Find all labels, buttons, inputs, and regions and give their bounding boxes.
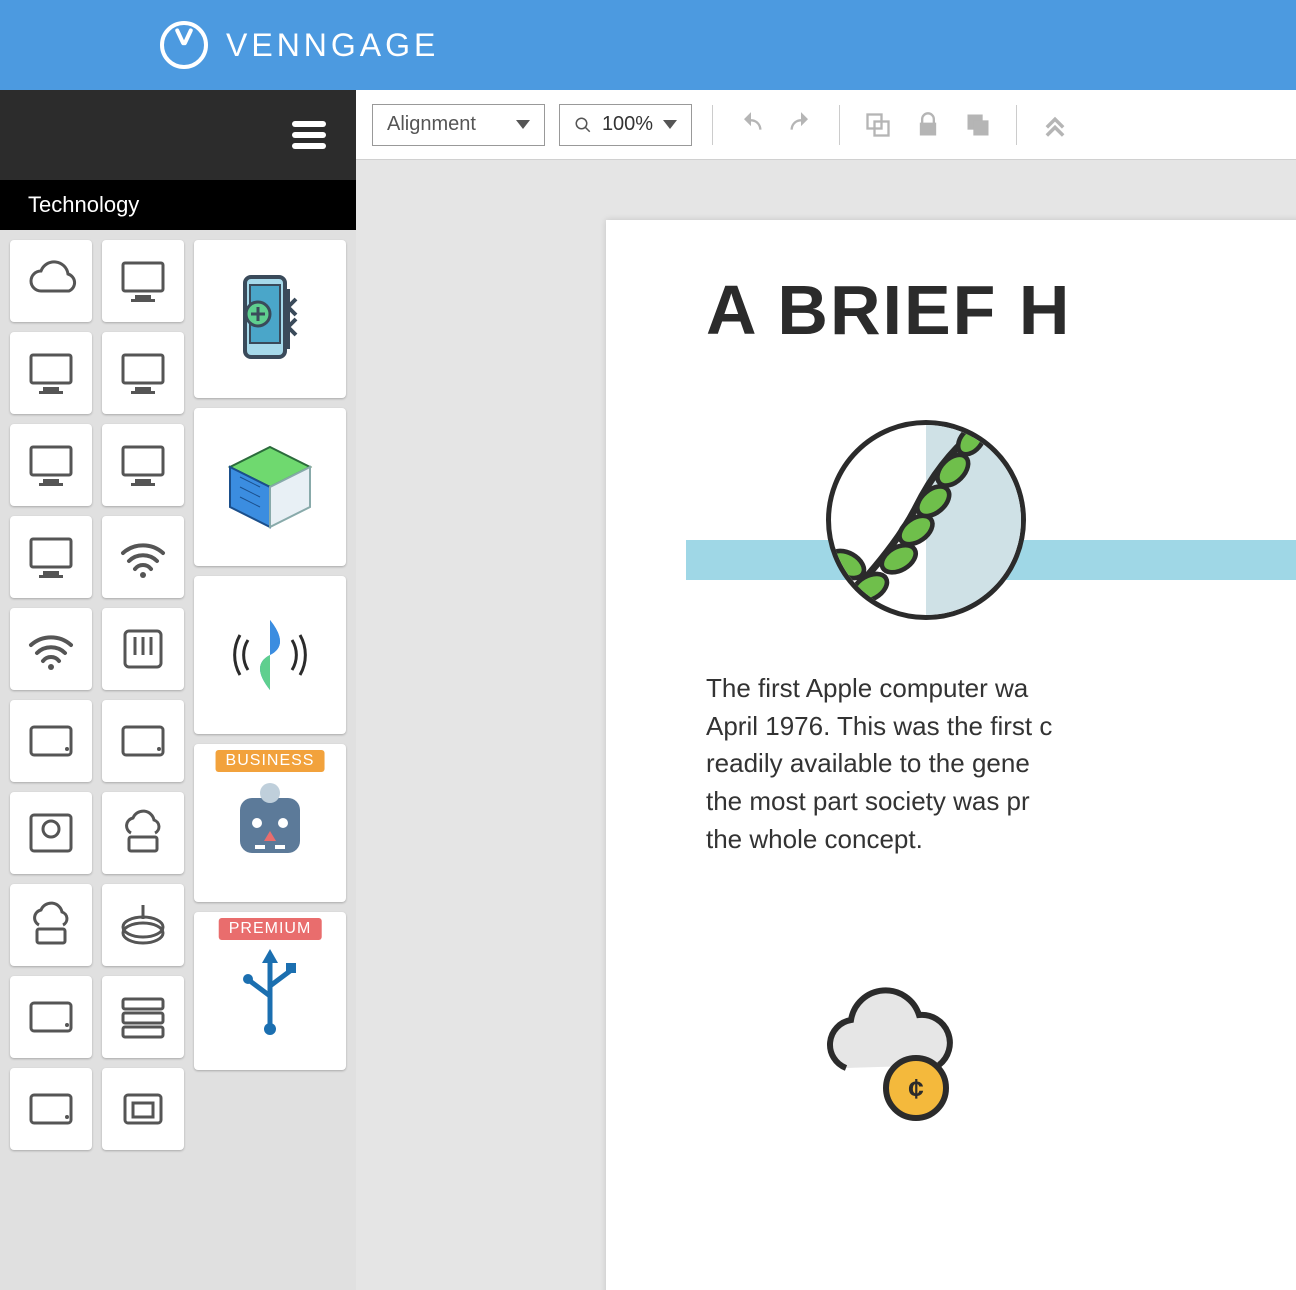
usb-icon[interactable]: PREMIUM (194, 912, 346, 1070)
toolbar-divider (1016, 105, 1017, 145)
redo-button[interactable] (783, 107, 819, 143)
data-cube-icon[interactable] (194, 408, 346, 566)
text-line: readily available to the gene (706, 745, 1296, 783)
hero-illustration[interactable] (706, 410, 1296, 630)
imac-display-icon[interactable] (10, 424, 92, 506)
brand-logo[interactable]: VENNGAGE (160, 21, 439, 69)
ethernet-icon[interactable] (102, 1068, 184, 1150)
wifi-icon[interactable] (102, 516, 184, 598)
server-stack-icon[interactable] (102, 976, 184, 1058)
leaf-circle-icon (826, 420, 1026, 620)
server-unit-icon[interactable] (10, 1068, 92, 1150)
app-header: VENNGAGE (0, 0, 1296, 90)
lock-icon (914, 111, 942, 139)
chevron-down-icon (663, 120, 677, 129)
lock-button[interactable] (910, 107, 946, 143)
windows-monitor-icon[interactable] (10, 516, 92, 598)
alignment-dropdown[interactable]: Alignment (372, 104, 545, 146)
cloud-icon[interactable] (10, 240, 92, 322)
text-line: the most part society was pr (706, 783, 1296, 821)
document-paragraph[interactable]: The first Apple computer wa April 1976. … (706, 670, 1296, 858)
canvas-viewport[interactable]: A BRIEF H (356, 160, 1296, 1290)
cloud-hdd-icon[interactable] (102, 792, 184, 874)
zoom-value: 100% (602, 113, 653, 136)
alignment-label: Alignment (387, 113, 476, 136)
sidebar-menu-button[interactable] (292, 121, 326, 149)
text-line: April 1976. This was the first c (706, 708, 1296, 746)
disc-drive-icon[interactable] (10, 792, 92, 874)
clock-logo-icon (160, 21, 208, 69)
cloud-drive-icon[interactable] (10, 884, 92, 966)
svg-text:¢: ¢ (908, 1073, 924, 1104)
text-line: the whole concept. (706, 821, 1296, 859)
modem-icon[interactable] (102, 884, 184, 966)
undo-button[interactable] (733, 107, 769, 143)
design-canvas[interactable]: A BRIEF H (606, 220, 1296, 1290)
group-button[interactable] (860, 107, 896, 143)
phone-add-icon[interactable] (194, 240, 346, 398)
server-rack-icon[interactable] (10, 700, 92, 782)
toolbar-divider (712, 105, 713, 145)
icon-sidebar: Technology BUSINESS PREMIUM (0, 90, 356, 1290)
brand-name: VENNGAGE (226, 27, 439, 64)
chevron-up-double-icon (1041, 111, 1069, 139)
premium-badge: PREMIUM (219, 918, 322, 940)
workspace: Technology BUSINESS PREMIUM Alignment 100… (0, 90, 1296, 1290)
business-badge: BUSINESS (216, 750, 325, 772)
chevron-down-icon (516, 120, 530, 129)
drive-slot-icon[interactable] (10, 976, 92, 1058)
redo-icon (787, 111, 815, 139)
sidebar-toolbar (0, 90, 356, 180)
hard-drive-icon[interactable] (102, 700, 184, 782)
cloud-coin-icon: ¢ (806, 958, 976, 1128)
cloud-coin-illustration[interactable]: ¢ (706, 958, 1296, 1158)
linux-monitor-icon[interactable] (102, 240, 184, 322)
text-line: The first Apple computer wa (706, 670, 1296, 708)
group-icon (864, 111, 892, 139)
icon-grid: BUSINESS PREMIUM (0, 230, 356, 1290)
document-title[interactable]: A BRIEF H (706, 270, 1296, 350)
robot-face-icon[interactable]: BUSINESS (194, 744, 346, 902)
editor-toolbar: Alignment 100% (356, 90, 1296, 160)
icon-category-label: Technology (0, 180, 356, 230)
signal-swirl-icon[interactable] (194, 576, 346, 734)
linux-desktop-icon[interactable] (10, 332, 92, 414)
toolbar-divider (839, 105, 840, 145)
undo-icon (737, 111, 765, 139)
wifi-alt-icon[interactable] (10, 608, 92, 690)
windows-desktop-icon[interactable] (102, 424, 184, 506)
editor-main: Alignment 100% (356, 90, 1296, 1290)
apple-imac-icon[interactable] (102, 332, 184, 414)
collapse-button[interactable] (1037, 107, 1073, 143)
copy-icon (964, 111, 992, 139)
nas-drive-icon[interactable] (102, 608, 184, 690)
search-icon (574, 116, 592, 134)
copy-button[interactable] (960, 107, 996, 143)
zoom-dropdown[interactable]: 100% (559, 104, 692, 146)
